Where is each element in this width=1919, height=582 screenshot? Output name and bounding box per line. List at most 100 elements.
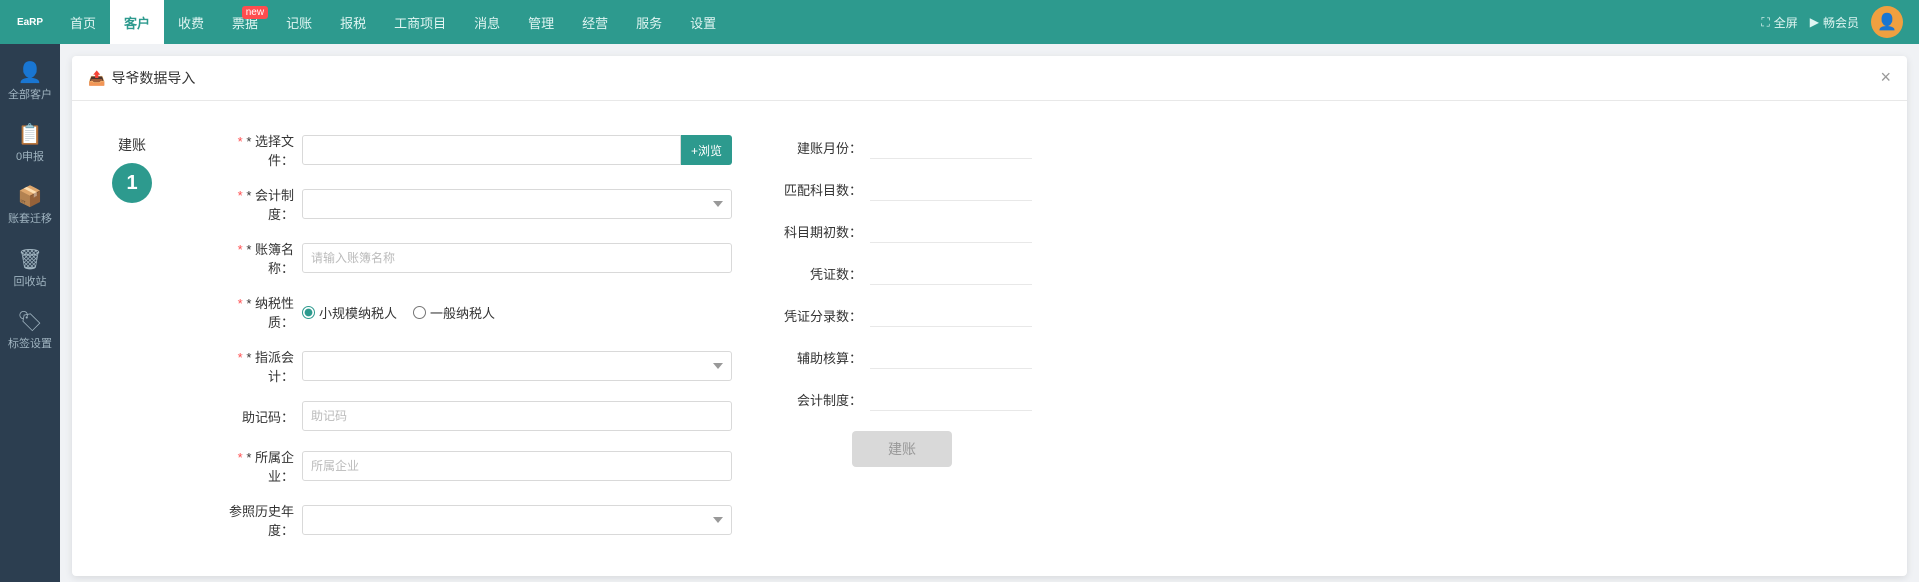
build-account-button[interactable]: 建账	[852, 431, 952, 467]
browse-button[interactable]: +浏览	[681, 135, 732, 165]
sidebar-label-all-customers: 全部客户	[8, 89, 52, 102]
sidebar-item-tags[interactable]: 🏷 标签设置	[2, 301, 58, 359]
nav-service[interactable]: 服务	[622, 0, 676, 44]
voucher-count-value	[870, 261, 1032, 285]
info-row-subject-initial: 科目期初数：	[772, 219, 1032, 243]
play-icon: ▶	[1810, 15, 1819, 29]
main-layout: 👤 全部客户 📋 0申报 📦 账套迁移 🗑 回收站 🏷 标签设置 📤 导爷数据导…	[0, 44, 1919, 582]
sidebar-label-declare: 0申报	[16, 151, 44, 164]
radio-small-label: 小规模纳税人	[319, 303, 397, 322]
nav-business[interactable]: 工商项目	[380, 0, 460, 44]
voucher-entries-label: 凭证分录数：	[772, 306, 862, 325]
radio-general-taxpayer[interactable]: 一般纳税人	[413, 303, 495, 322]
step-circle: 1	[112, 163, 152, 203]
ledger-name-label: * 账簿名称：	[212, 239, 302, 277]
declare-icon: 📋	[18, 122, 43, 147]
nav-billing[interactable]: 收费	[164, 0, 218, 44]
nav-operations[interactable]: 经营	[568, 0, 622, 44]
reference-year-select[interactable]	[302, 505, 732, 535]
nav-management[interactable]: 管理	[514, 0, 568, 44]
info-row-aux-accounting: 辅助核算：	[772, 345, 1032, 369]
company-input[interactable]	[302, 451, 732, 481]
step-label: 建账	[118, 135, 146, 155]
info-row-accounting-system-info: 会计制度：	[772, 387, 1032, 411]
accounting-system-label: * 会计制度：	[212, 185, 302, 223]
form-row-memo: 助记码：	[212, 401, 732, 431]
reference-year-label: 参照历史年度：	[212, 501, 302, 539]
voucher-count-label: 凭证数：	[772, 264, 862, 283]
fullscreen-icon: ⛶	[1761, 15, 1769, 30]
tags-icon: 🏷	[17, 309, 42, 334]
panel-body: 建账 1 * 选择文件： +浏览 * 会计制度：	[72, 101, 1907, 575]
sidebar-item-recycle[interactable]: 🗑 回收站	[2, 239, 58, 297]
form-row-select-file: * 选择文件： +浏览	[212, 131, 732, 169]
panel: 📤 导爷数据导入 × 建账 1 * 选择文件：	[72, 56, 1907, 576]
panel-header: 📤 导爷数据导入 ×	[72, 56, 1907, 101]
form-row-ledger-name: * 账簿名称：	[212, 239, 732, 277]
info-row-voucher-entries: 凭证分录数：	[772, 303, 1032, 327]
top-nav: EaRP 首页 客户 收费 票据 new 记账 报税 工商项目 消息 管理 经营…	[0, 0, 1919, 44]
avatar-icon: 👤	[1877, 12, 1897, 32]
nav-invoice[interactable]: 票据 new	[218, 0, 272, 44]
sidebar: 👤 全部客户 📋 0申报 📦 账套迁移 🗑 回收站 🏷 标签设置	[0, 44, 60, 582]
form-row-accountant: * 指派会计：	[212, 347, 732, 385]
nav-home[interactable]: 首页	[56, 0, 110, 44]
match-subjects-label: 匹配科目数：	[772, 180, 862, 199]
nav-bookkeeping[interactable]: 记账	[272, 0, 326, 44]
sidebar-label-recycle: 回收站	[14, 276, 47, 289]
radio-small-input[interactable]	[302, 306, 315, 319]
sidebar-item-all-customers[interactable]: 👤 全部客户	[2, 52, 58, 110]
memo-input[interactable]	[302, 401, 732, 431]
form-row-reference-year: 参照历史年度：	[212, 501, 732, 539]
accounting-system-select[interactable]	[302, 189, 732, 219]
panel-close-button[interactable]: ×	[1880, 68, 1891, 86]
info-row-build-month: 建账月份：	[772, 135, 1032, 159]
radio-small-taxpayer[interactable]: 小规模纳税人	[302, 303, 397, 322]
step-section: 建账 1	[92, 131, 172, 555]
member-label: 畅会员	[1823, 14, 1859, 31]
sidebar-label-migrate: 账套迁移	[8, 213, 52, 226]
sidebar-item-migrate[interactable]: 📦 账套迁移	[2, 176, 58, 234]
info-section: 建账月份： 匹配科目数： 科目期初数： 凭证数：	[772, 131, 1032, 555]
select-file-label: * 选择文件：	[212, 131, 302, 169]
nav-settings[interactable]: 设置	[676, 0, 730, 44]
content-area: 📤 导爷数据导入 × 建账 1 * 选择文件：	[60, 44, 1919, 582]
nav-message[interactable]: 消息	[460, 0, 514, 44]
accounting-system-info-value	[870, 387, 1032, 411]
nav-badge-new: new	[242, 6, 268, 19]
file-input-row: +浏览	[302, 135, 732, 165]
radio-general-input[interactable]	[413, 306, 426, 319]
radio-general-label: 一般纳税人	[430, 303, 495, 322]
recycle-icon: 🗑	[17, 247, 42, 272]
build-month-value	[870, 135, 1032, 159]
tax-nature-label: * 纳税性质：	[212, 293, 302, 331]
ledger-name-input[interactable]	[302, 243, 732, 273]
fullscreen-btn[interactable]: ⛶ 全屏	[1761, 14, 1797, 31]
logo-text: EaRP	[17, 17, 43, 28]
logo: EaRP	[8, 0, 52, 44]
member-btn[interactable]: ▶ 畅会员	[1810, 14, 1859, 31]
sidebar-label-tags: 标签设置	[8, 338, 52, 351]
voucher-entries-value	[870, 303, 1032, 327]
tax-nature-radio-group: 小规模纳税人 一般纳税人	[302, 303, 732, 322]
accountant-select[interactable]	[302, 351, 732, 381]
all-customers-icon: 👤	[18, 60, 43, 85]
user-avatar[interactable]: 👤	[1871, 6, 1903, 38]
accounting-system-info-label: 会计制度：	[772, 390, 862, 409]
info-row-voucher-count: 凭证数：	[772, 261, 1032, 285]
memo-label: 助记码：	[212, 407, 302, 426]
company-label: * 所属企业：	[212, 447, 302, 485]
nav-customers[interactable]: 客户	[110, 0, 164, 44]
info-row-match-subjects: 匹配科目数：	[772, 177, 1032, 201]
form-section: * 选择文件： +浏览 * 会计制度：	[212, 131, 732, 555]
fullscreen-label: 全屏	[1774, 14, 1798, 31]
accountant-label: * 指派会计：	[212, 347, 302, 385]
form-row-company: * 所属企业：	[212, 447, 732, 485]
aux-accounting-label: 辅助核算：	[772, 348, 862, 367]
nav-tax[interactable]: 报税	[326, 0, 380, 44]
match-subjects-value	[870, 177, 1032, 201]
file-text-input[interactable]	[302, 135, 681, 165]
sidebar-item-declare[interactable]: 📋 0申报	[2, 114, 58, 172]
aux-accounting-value	[870, 345, 1032, 369]
subject-initial-value	[870, 219, 1032, 243]
